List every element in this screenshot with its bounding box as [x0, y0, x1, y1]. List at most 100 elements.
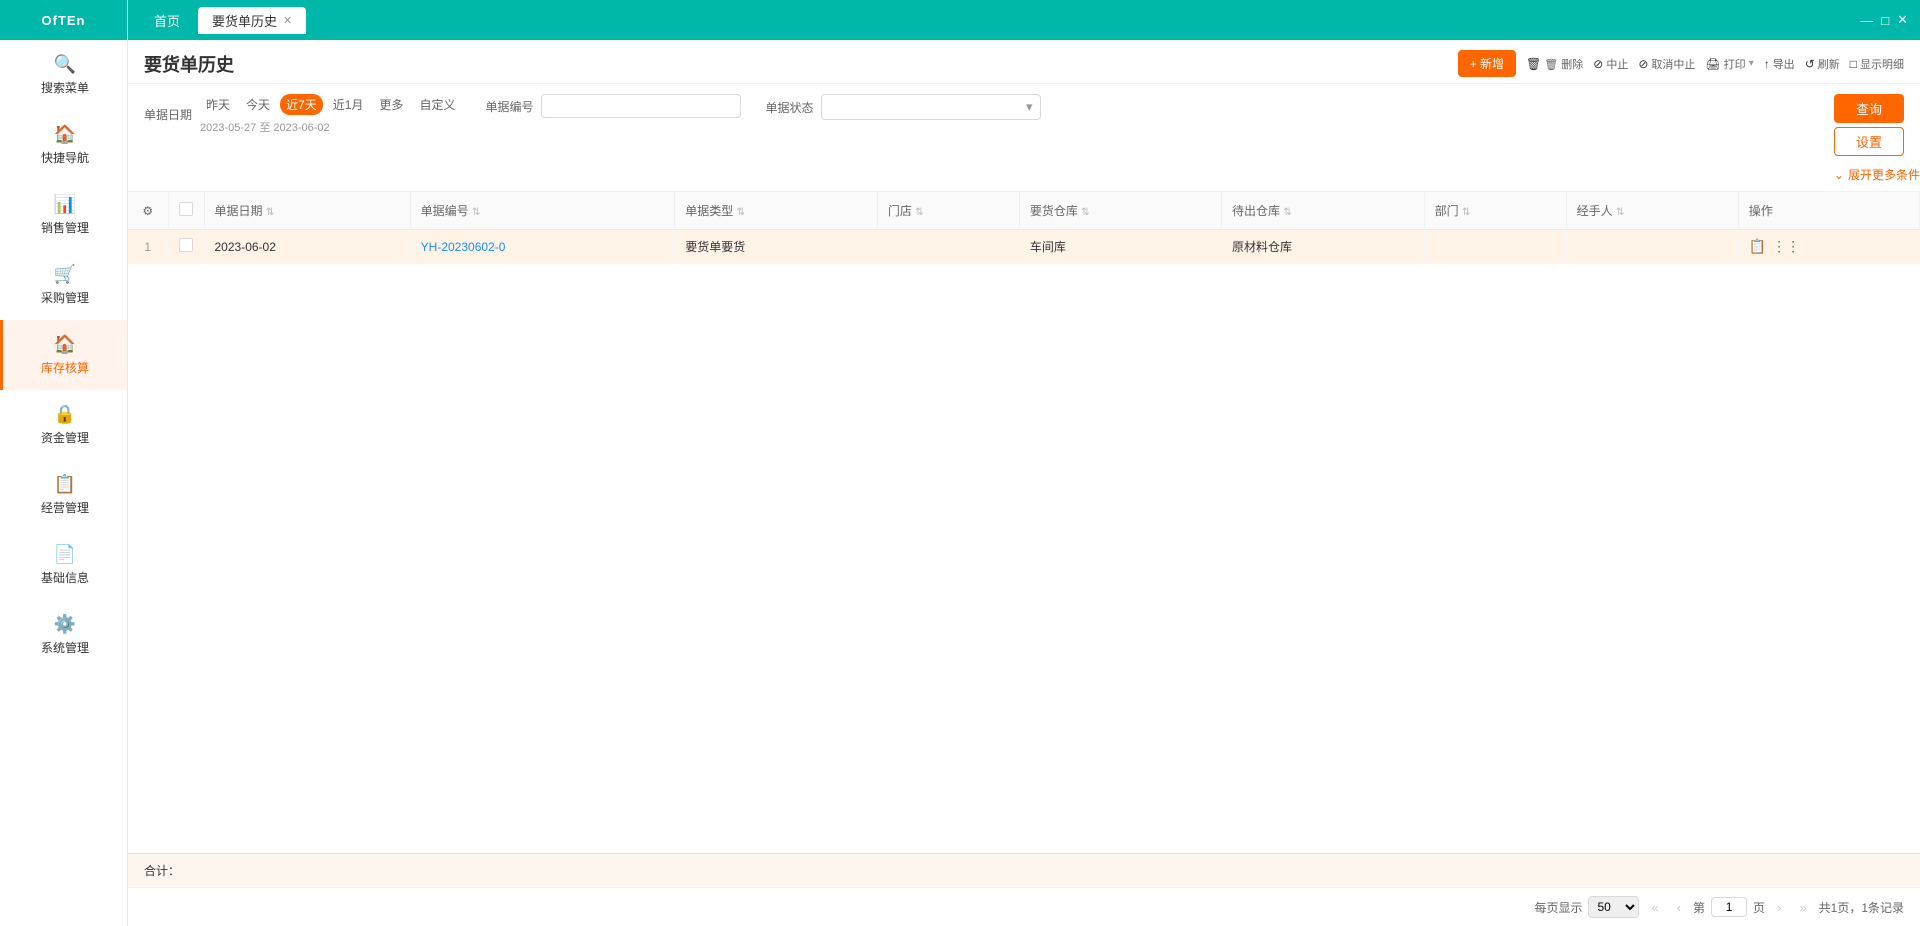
- table-row: 1 2023-06-02 YH-20230602-0 要货单要货 车间库 原材料…: [128, 230, 1920, 264]
- tab-home-label: 首页: [154, 11, 180, 30]
- status-select[interactable]: ▾: [821, 94, 1041, 120]
- doc-no-link[interactable]: YH-20230602-0: [421, 240, 506, 254]
- tab-requisition-label: 要货单历史: [212, 11, 277, 30]
- col-store[interactable]: 门店 ⇅: [877, 192, 1019, 230]
- sidebar-item-system-label: 系统管理: [41, 639, 89, 656]
- sort-type-icon: ⇅: [737, 207, 745, 218]
- search-menu-icon: 🔍: [54, 54, 76, 75]
- stop-button[interactable]: ⊘ 中止: [1593, 56, 1628, 72]
- row-doc-type: 要货单要货: [675, 230, 878, 264]
- last-page-button[interactable]: »: [1793, 898, 1812, 917]
- docno-input[interactable]: [541, 94, 741, 118]
- content-area: 要货单历史 + 新增 🗑 🗑 删除 ⊘ 中止 ⊘ 取消中止 🖨 打印: [128, 40, 1920, 926]
- system-icon: ⚙️: [54, 614, 76, 635]
- sidebar-item-purchase-label: 采购管理: [41, 289, 89, 306]
- delete-button[interactable]: 🗑 🗑 删除: [1526, 56, 1583, 72]
- setting-button[interactable]: 设置: [1834, 127, 1904, 156]
- sales-icon: 📊: [54, 194, 76, 215]
- new-button[interactable]: + 新增: [1458, 50, 1516, 77]
- row-req-warehouse: 车间库: [1019, 230, 1221, 264]
- close-window-button[interactable]: ✕: [1897, 12, 1908, 28]
- sidebar-item-finance[interactable]: 🔒 资金管理: [0, 390, 127, 460]
- page-title: 要货单历史: [144, 51, 234, 77]
- first-page-button[interactable]: «: [1645, 898, 1664, 917]
- page-suffix: 页: [1753, 899, 1765, 916]
- sidebar-item-search[interactable]: 🔍 搜索菜单: [0, 40, 127, 110]
- finance-icon: 🔒: [54, 404, 76, 425]
- prev-page-button[interactable]: ‹: [1671, 898, 1687, 917]
- row-doc-no[interactable]: YH-20230602-0: [410, 230, 675, 264]
- sidebar-item-sales[interactable]: 📊 销售管理: [0, 180, 127, 250]
- chevron-down-expand-icon: ⌄: [1834, 168, 1844, 182]
- close-tab-icon[interactable]: ✕: [283, 14, 292, 27]
- export-button[interactable]: ↑ 导出: [1764, 56, 1795, 72]
- row-handler: [1566, 230, 1738, 264]
- col-handler[interactable]: 经手人 ⇅: [1566, 192, 1738, 230]
- row-edit-icon[interactable]: 📋: [1749, 238, 1766, 255]
- next-page-button[interactable]: ›: [1771, 898, 1787, 917]
- row-checkbox[interactable]: [168, 230, 204, 264]
- select-all-checkbox[interactable]: [179, 202, 193, 216]
- purchase-icon: 🛒: [54, 264, 76, 285]
- query-button[interactable]: 查询: [1834, 94, 1904, 123]
- cancel-stop-button[interactable]: ⊘ 取消中止: [1638, 56, 1695, 72]
- sidebar-item-quicknav[interactable]: 🏠 快捷导航: [0, 110, 127, 180]
- col-doc-no[interactable]: 单据编号 ⇅: [410, 192, 675, 230]
- col-settings[interactable]: ⚙: [128, 192, 168, 230]
- row-doc-date: 2023-06-02: [204, 230, 410, 264]
- col-pending-warehouse[interactable]: 待出仓库 ⇅: [1221, 192, 1424, 230]
- shortcut-yesterday[interactable]: 昨天: [200, 94, 236, 115]
- tab-requisition-history[interactable]: 要货单历史 ✕: [198, 7, 306, 34]
- sort-req-wh-icon: ⇅: [1081, 207, 1089, 218]
- col-req-warehouse[interactable]: 要货仓库 ⇅: [1019, 192, 1221, 230]
- row-store: [877, 230, 1019, 264]
- refresh-button[interactable]: ↺ 刷新: [1805, 56, 1840, 72]
- sidebar-item-inventory[interactable]: 🏠 库存核算: [0, 320, 127, 390]
- shortcut-today[interactable]: 今天: [240, 94, 276, 115]
- print-dropdown-icon: ▾: [1749, 58, 1754, 69]
- row-more-icon[interactable]: ⋮⋮: [1772, 238, 1800, 255]
- col-doc-date[interactable]: 单据日期 ⇅: [204, 192, 410, 230]
- display-detail-icon: □: [1850, 57, 1857, 71]
- sidebar-item-search-label: 搜索菜单: [41, 79, 89, 96]
- sidebar-item-purchase[interactable]: 🛒 采购管理: [0, 250, 127, 320]
- minimize-button[interactable]: —: [1860, 13, 1873, 28]
- maximize-button[interactable]: □: [1881, 13, 1889, 28]
- status-filter-group: 单据状态 ▾: [765, 94, 1041, 120]
- sidebar-item-base[interactable]: 📄 基础信息: [0, 530, 127, 600]
- delete-icon: 🗑: [1526, 57, 1541, 71]
- main-area: 首页 要货单历史 ✕ — □ ✕ 要货单历史 + 新增 🗑 🗑 删除 ⊘: [128, 0, 1920, 926]
- row-department: [1424, 230, 1566, 264]
- sort-store-icon: ⇅: [915, 207, 923, 218]
- docno-label: 单据编号: [485, 98, 533, 115]
- page-input[interactable]: [1711, 897, 1747, 917]
- sidebar-item-operation[interactable]: 📋 经营管理: [0, 460, 127, 530]
- refresh-label: 刷新: [1818, 56, 1840, 72]
- per-page-select[interactable]: 50 10 20 100: [1588, 896, 1639, 918]
- cancel-stop-icon: ⊘: [1638, 57, 1648, 71]
- row-select-checkbox[interactable]: [179, 238, 193, 252]
- shortcut-7days[interactable]: 近7天: [280, 94, 323, 115]
- expand-button[interactable]: ⌄ 展开更多条件: [1834, 166, 1920, 183]
- page-prefix: 第: [1693, 899, 1705, 916]
- shortcut-custom[interactable]: 自定义: [413, 94, 461, 115]
- refresh-icon: ↺: [1805, 57, 1815, 71]
- stop-icon: ⊘: [1593, 57, 1603, 71]
- shortcut-more[interactable]: 更多: [373, 94, 409, 115]
- delete-label: 🗑 删除: [1544, 56, 1583, 72]
- status-label: 单据状态: [765, 99, 813, 116]
- sidebar-item-system[interactable]: ⚙️ 系统管理: [0, 600, 127, 670]
- export-icon: ↑: [1764, 57, 1770, 71]
- date-range-display: 2023-05-27 至 2023-06-02: [200, 119, 461, 135]
- col-department[interactable]: 部门 ⇅: [1424, 192, 1566, 230]
- display-detail-button[interactable]: □ 显示明细: [1850, 56, 1904, 72]
- expand-label: 展开更多条件: [1848, 166, 1920, 183]
- col-doc-type[interactable]: 单据类型 ⇅: [675, 192, 878, 230]
- print-button[interactable]: 🖨 打印 ▾: [1705, 56, 1753, 72]
- shortcut-1month[interactable]: 近1月: [327, 94, 370, 115]
- sidebar-item-quicknav-label: 快捷导航: [41, 149, 89, 166]
- export-label: 导出: [1773, 56, 1795, 72]
- tab-home[interactable]: 首页: [140, 7, 194, 34]
- date-filter-label: 单据日期: [144, 106, 192, 123]
- pagination: 每页显示 50 10 20 100 « ‹ 第 页 › » 共1页，1条记录: [128, 887, 1920, 926]
